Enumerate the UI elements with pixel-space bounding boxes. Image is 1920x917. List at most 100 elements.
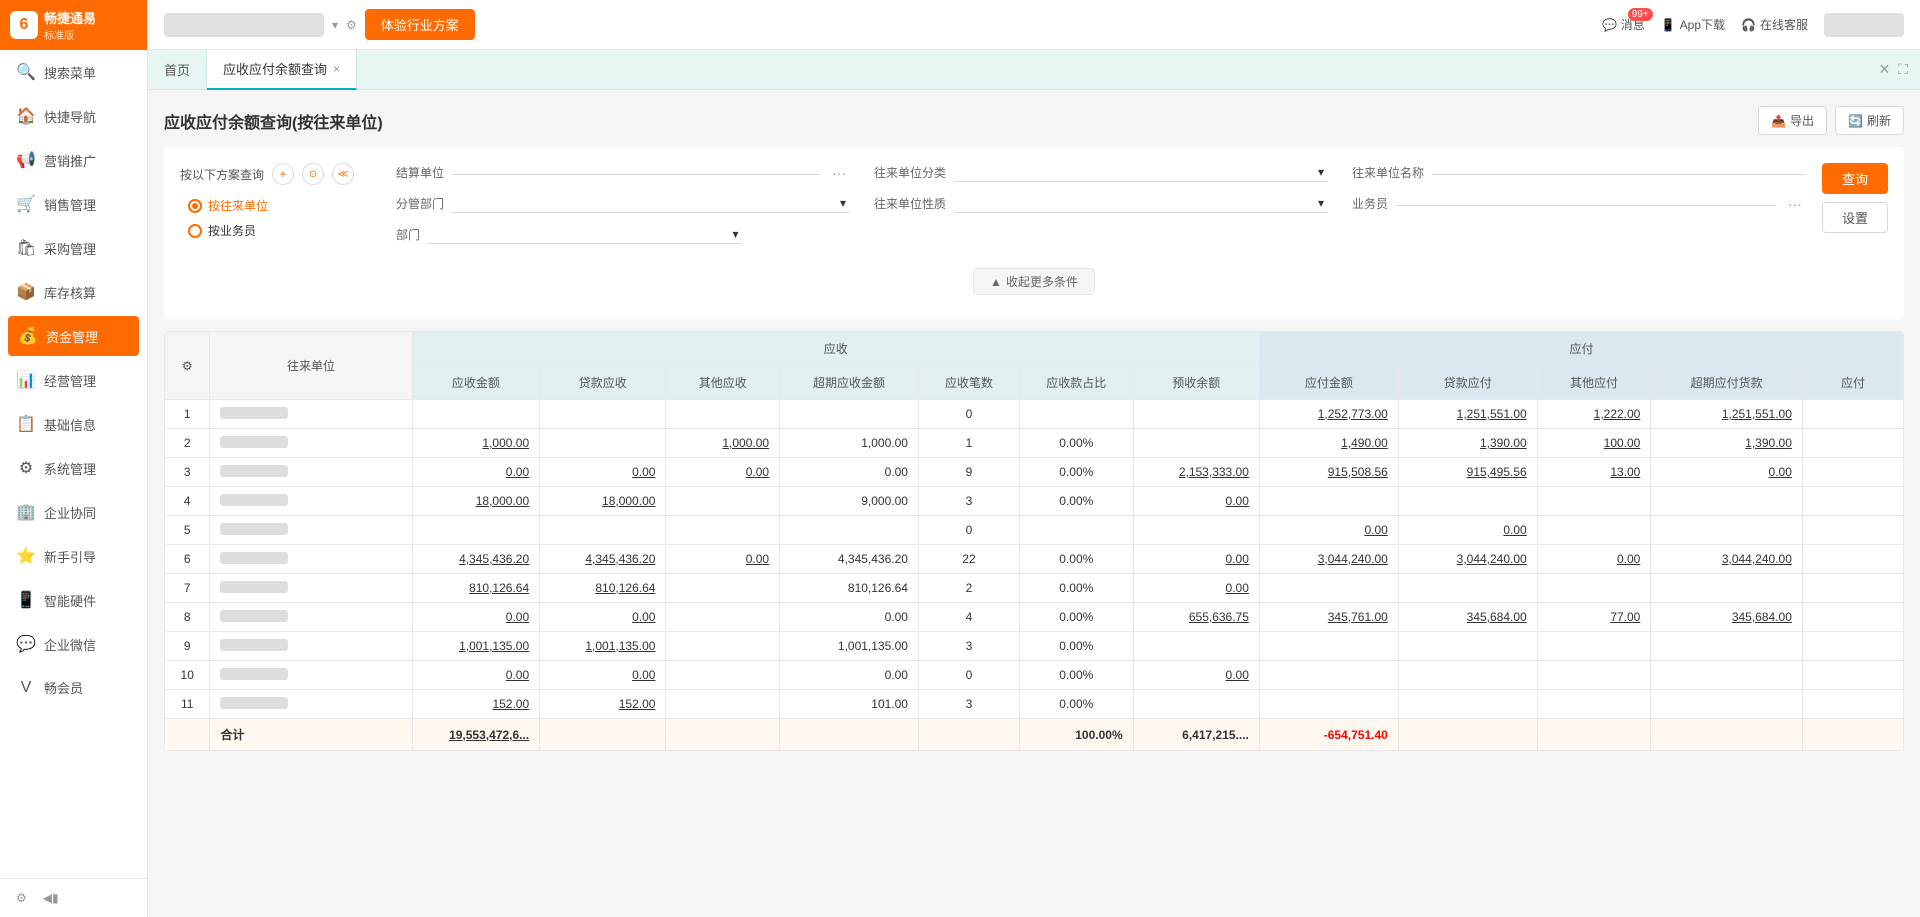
filter-search-label: 按以下方案查询 (180, 166, 264, 183)
tab-maximize-icon[interactable]: ⛶ (1898, 61, 1908, 78)
th-partner: 往来单位 (210, 332, 412, 400)
salesperson-more-icon[interactable]: ··· (1784, 196, 1806, 212)
th-pay-amount: 应付金额 (1259, 366, 1398, 400)
search-icon: 🔍 (16, 62, 36, 82)
tab-home[interactable]: 首页 (148, 50, 207, 90)
sidebar: 6 畅捷通易 标准版 🔍 搜索菜单 🏠 快捷导航 📢 营销推广 🛒 销售管理 🛍… (0, 0, 148, 917)
filter-by-employee[interactable]: 按业务员 (180, 218, 380, 243)
page-actions: 📤 导出 🔄 刷新 (1758, 106, 1904, 135)
sidebar-item-sales[interactable]: 🛒 销售管理 (0, 182, 147, 226)
field-partner-nature: 往来单位性质 ▾ (874, 194, 1328, 213)
export-icon: 📤 (1771, 114, 1786, 128)
th-other-rec: 其他应收 (666, 366, 780, 400)
app-sub: 标准版 (44, 27, 96, 42)
total-row: 合计 19,553,472,6... 100.00% 6,417,215....… (165, 719, 1904, 751)
collapse-up-icon: ▲ (990, 275, 1002, 289)
online-service-label: 在线客服 (1760, 16, 1808, 33)
partner-name-input[interactable] (1432, 170, 1806, 175)
tab-close-window-icon[interactable]: ✕ (1878, 61, 1890, 78)
sidebar-item-vip[interactable]: V 畅会员 (0, 666, 147, 709)
salesperson-label: 业务员 (1352, 195, 1388, 212)
query-buttons: 查询 设置 (1822, 163, 1888, 252)
refresh-icon: 🔄 (1848, 114, 1863, 128)
table-row: 10████████0.000.000.0000.00%0.00 (165, 661, 1904, 690)
content-area: 应收应付余额查询(按往来单位) 📤 导出 🔄 刷新 按以下方案查询 (148, 90, 1920, 917)
tab-balance[interactable]: 应收应付余额查询 × (207, 50, 357, 90)
basic-icon: 📋 (16, 414, 36, 434)
partner-category-label: 往来单位分类 (874, 164, 946, 181)
department-select[interactable]: ▾ (452, 194, 850, 213)
sidebar-item-wechat[interactable]: 💬 企业微信 (0, 622, 147, 666)
user-avatar-area[interactable] (1824, 13, 1904, 37)
tab-home-label: 首页 (164, 60, 190, 79)
sidebar-item-label: 基础信息 (44, 415, 96, 434)
partner-category-select[interactable]: ▾ (954, 163, 1328, 182)
tab-bar-actions: ✕ ⛶ (1878, 61, 1920, 78)
partner-radio[interactable] (188, 199, 202, 213)
table-gear-icon[interactable]: ⚙ (182, 359, 193, 373)
logo-area: 6 畅捷通易 标准版 (0, 0, 147, 50)
message-icon: 💬 (1602, 18, 1617, 32)
field-partner-name: 往来单位名称 (1352, 163, 1806, 182)
th-rec-ratio: 应收款占比 (1019, 366, 1133, 400)
settlement-unit-more-icon[interactable]: ··· (828, 165, 850, 181)
query-button[interactable]: 查询 (1822, 163, 1888, 194)
th-payable-group: 应付 (1259, 332, 1903, 366)
back-filter-button[interactable]: ≪ (332, 163, 354, 185)
export-button[interactable]: 📤 导出 (1758, 106, 1827, 135)
settings-button[interactable]: 设置 (1822, 202, 1888, 233)
table-row: 2████████1,000.001,000.001,000.0010.00%1… (165, 429, 1904, 458)
sidebar-item-finance[interactable]: 💰 资金管理 (8, 316, 139, 356)
sidebar-item-label: 资金管理 (46, 327, 98, 346)
sidebar-item-search[interactable]: 🔍 搜索菜单 (0, 50, 147, 94)
target-filter-button[interactable]: ⊙ (302, 163, 324, 185)
tab-close-icon[interactable]: × (333, 62, 340, 76)
settings-icon[interactable]: ⚙ (16, 891, 27, 905)
sidebar-item-label: 营销推广 (44, 151, 96, 170)
sales-icon: 🛒 (16, 194, 36, 214)
message-container[interactable]: 💬 消息 99+ (1602, 16, 1644, 33)
sidebar-bottom: ⚙ ◀▮ (0, 878, 147, 917)
settlement-unit-input[interactable] (452, 170, 820, 175)
th-loan-pay: 贷款应付 (1398, 366, 1537, 400)
operation-icon: 📊 (16, 370, 36, 390)
app-download-btn[interactable]: 📱 App下载 (1661, 16, 1725, 33)
sidebar-item-purchase[interactable]: 🛍 采购管理 (0, 226, 147, 270)
table-row: 7████████810,126.64810,126.64810,126.642… (165, 574, 1904, 603)
employee-radio[interactable] (188, 224, 202, 238)
total-pay-amount: -654,751.40 (1259, 719, 1398, 751)
sidebar-item-guide[interactable]: ⭐ 新手引导 (0, 534, 147, 578)
th-settings[interactable]: ⚙ (165, 332, 210, 400)
industry-button[interactable]: 体验行业方案 (365, 9, 475, 40)
filter-by-partner[interactable]: 按往来单位 (180, 193, 380, 218)
chevron-down-icon[interactable]: ▾ (332, 18, 338, 32)
sidebar-item-basic[interactable]: 📋 基础信息 (0, 402, 147, 446)
total-rec-amount[interactable]: 19,553,472,6... (412, 719, 540, 751)
th-prepaid: 预收余额 (1133, 366, 1259, 400)
collapse-icon[interactable]: ◀▮ (43, 891, 59, 905)
add-filter-button[interactable]: + (272, 163, 294, 185)
system-icon: ⚙ (16, 458, 36, 478)
gear-settings-icon[interactable]: ⚙ (346, 18, 357, 32)
sidebar-item-quick[interactable]: 🏠 快捷导航 (0, 94, 147, 138)
th-loan-rec: 贷款应收 (540, 366, 666, 400)
service-icon: 🎧 (1741, 18, 1756, 32)
refresh-button[interactable]: 🔄 刷新 (1835, 106, 1904, 135)
sidebar-item-corp[interactable]: 🏢 企业协同 (0, 490, 147, 534)
wechat-icon: 💬 (16, 634, 36, 654)
sidebar-item-label: 智能硬件 (44, 591, 96, 610)
finance-icon: 💰 (18, 326, 38, 346)
online-service-btn[interactable]: 🎧 在线客服 (1741, 16, 1808, 33)
sidebar-item-marketing[interactable]: 📢 营销推广 (0, 138, 147, 182)
filter-fields-panel: 结算单位 ··· 往来单位分类 ▾ 往来单位名称 (396, 163, 1806, 252)
collapse-button[interactable]: ▲ 收起更多条件 (973, 268, 1095, 295)
sidebar-item-operation[interactable]: 📊 经营管理 (0, 358, 147, 402)
total-other-pay (1537, 719, 1651, 751)
sidebar-item-inventory[interactable]: 📦 库存核算 (0, 270, 147, 314)
dept-select[interactable]: ▾ (428, 225, 742, 244)
salesperson-input[interactable] (1396, 201, 1776, 206)
sidebar-item-system[interactable]: ⚙ 系统管理 (0, 446, 147, 490)
header-left: ▾ ⚙ 体验行业方案 (164, 9, 1590, 40)
sidebar-item-hardware[interactable]: 📱 智能硬件 (0, 578, 147, 622)
partner-nature-select[interactable]: ▾ (954, 194, 1328, 213)
